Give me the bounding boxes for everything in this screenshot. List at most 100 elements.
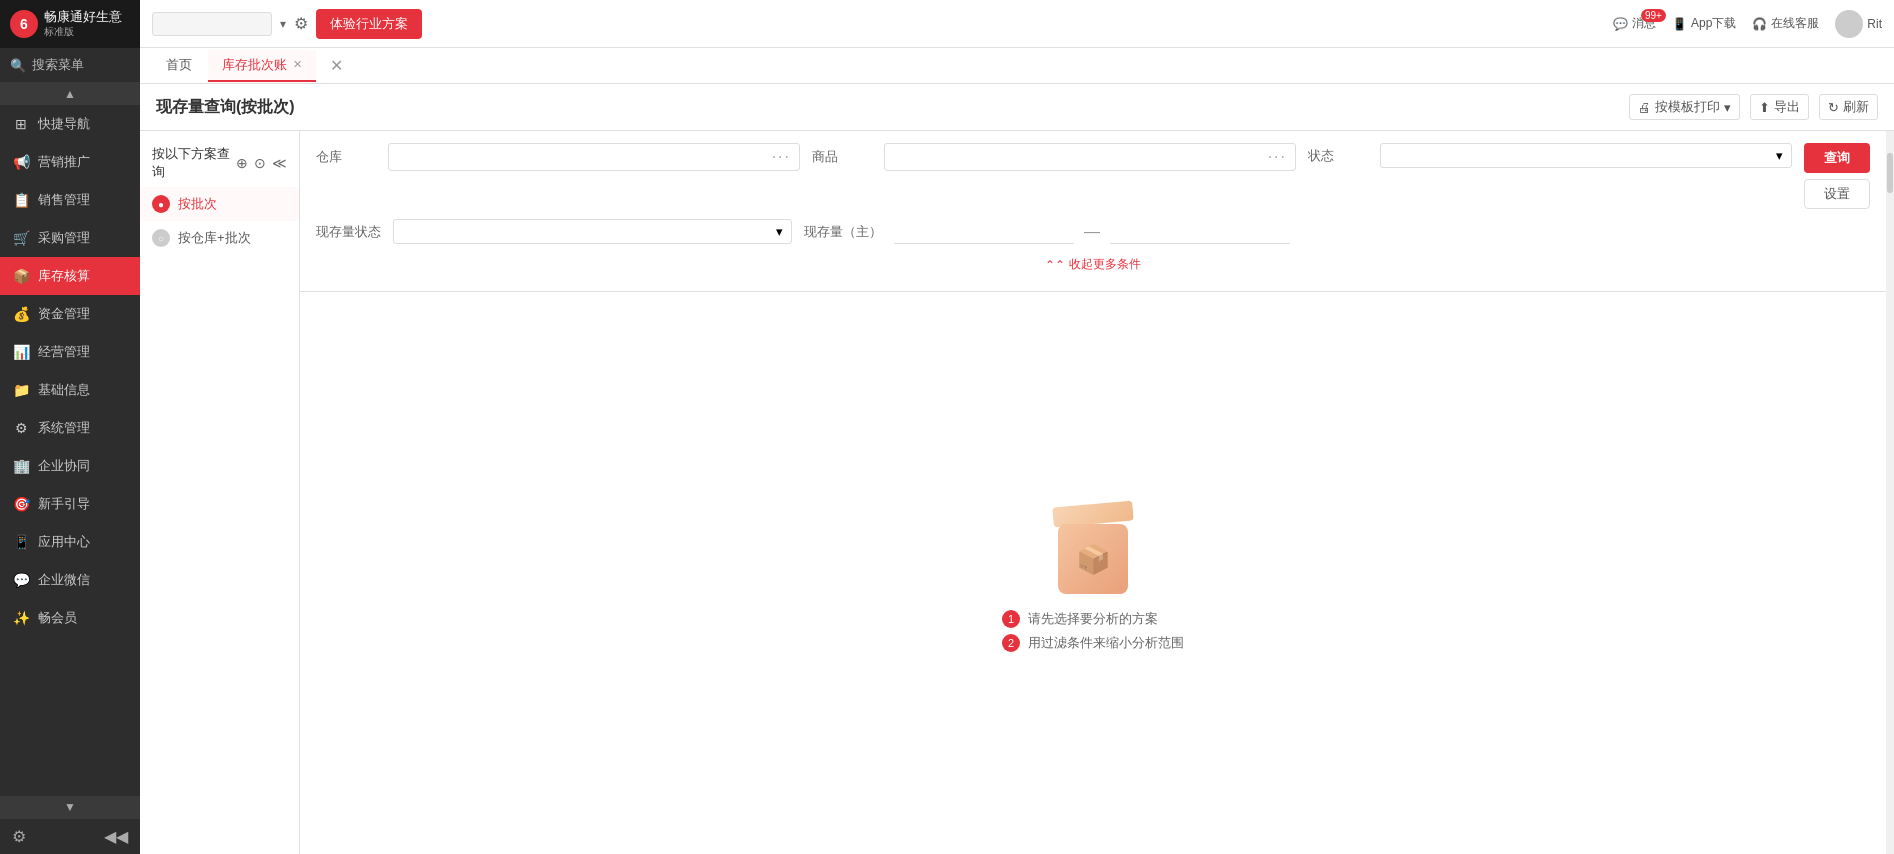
right-scrollbar[interactable]: [1886, 131, 1894, 854]
tab-home-label: 首页: [166, 56, 192, 74]
online-service-button[interactable]: 🎧 在线客服: [1752, 15, 1819, 32]
print-dropdown-icon[interactable]: ▾: [1724, 100, 1731, 115]
trial-button[interactable]: 体验行业方案: [316, 9, 422, 39]
sidebar-item-label-system: 系统管理: [38, 419, 90, 437]
enterprise-icon: 🏢: [12, 457, 30, 475]
filter-settings-icon[interactable]: ⊙: [254, 155, 266, 171]
sidebar-item-label-newbie: 新手引导: [38, 495, 90, 513]
sidebar-item-membership[interactable]: ✨畅会员: [0, 599, 140, 637]
sidebar-item-marketing[interactable]: 📢 营销推广: [0, 143, 140, 181]
sidebar-search[interactable]: 🔍 搜索菜单: [0, 48, 140, 83]
sidebar-item-label-finance: 资金管理: [38, 305, 90, 323]
product-dots[interactable]: ···: [1268, 148, 1287, 166]
breadcrumb-input[interactable]: [152, 12, 272, 36]
filter-by-batch-label: 按批次: [178, 195, 217, 213]
status-field: 状态 ▾: [1308, 143, 1792, 168]
current-stock-max-input[interactable]: [1110, 220, 1290, 244]
sidebar-item-newbie[interactable]: 🎯 新手引导: [0, 485, 140, 523]
sidebar-item-operations[interactable]: 📊经营管理: [0, 333, 140, 371]
warehouse-input[interactable]: ···: [388, 143, 800, 171]
settings-button[interactable]: 设置: [1804, 179, 1870, 209]
sidebar-scroll-up[interactable]: ▲: [0, 83, 140, 105]
sidebar-scroll-down[interactable]: ▼: [0, 796, 140, 818]
current-stock-min-input[interactable]: [894, 220, 1074, 244]
app-download-button[interactable]: 📱 App下载: [1672, 15, 1736, 32]
search-icon: 🔍: [10, 58, 26, 73]
tab-home[interactable]: 首页: [152, 50, 206, 82]
empty-state: 📦 1 请先选择要分析的方案 2 用过滤条件来缩小分析范围: [300, 292, 1886, 854]
tab-close-icon[interactable]: ✕: [293, 58, 302, 71]
sidebar-item-purchase[interactable]: 🛒采购管理: [0, 219, 140, 257]
sidebar-subtitle: 标准版: [44, 25, 122, 39]
user-avatar[interactable]: Rit: [1835, 10, 1882, 38]
app-icon: 📱: [1672, 17, 1687, 31]
tab-bar-close-icon[interactable]: ✕: [330, 56, 343, 75]
tab-bar: 首页 库存批次账 ✕ ✕: [140, 48, 1894, 84]
warehouse-label: 仓库: [316, 148, 376, 166]
newbie-icon: 🎯: [12, 495, 30, 513]
online-service-label: 在线客服: [1771, 15, 1819, 32]
settings-icon[interactable]: ⚙: [12, 827, 26, 846]
refresh-label: 刷新: [1843, 98, 1869, 116]
status-label: 状态: [1308, 147, 1368, 165]
messages-badge: 99+: [1641, 9, 1666, 22]
topbar-gear-icon[interactable]: ⚙: [294, 14, 308, 33]
tab-inventory-batch[interactable]: 库存批次账 ✕: [208, 50, 316, 82]
message-icon: 💬: [1613, 17, 1628, 31]
marketing-icon: 📢: [12, 153, 30, 171]
sidebar-item-appstore[interactable]: 📱应用中心: [0, 523, 140, 561]
main-area: ▾ ⚙ 体验行业方案 💬 消息 99+ 📱 App下载 🎧 在线客服 Rit: [140, 0, 1894, 854]
sidebar-item-label-appstore: 应用中心: [38, 533, 90, 551]
sidebar-item-sales[interactable]: 📋销售管理: [0, 181, 140, 219]
empty-tip-2: 2 用过滤条件来缩小分析范围: [1002, 634, 1184, 652]
current-stock-field: 现存量（主） —: [804, 220, 1290, 244]
content-area: 按以下方案查询 ⊕ ⊙ ≪ ● 按批次 ○ 按仓库+批次: [140, 131, 1894, 854]
sidebar-item-label-inventory: 库存核算: [38, 267, 90, 285]
page-title: 现存量查询(按批次): [156, 97, 295, 118]
sidebar-item-basics[interactable]: 📁基础信息: [0, 371, 140, 409]
inventory-status-select[interactable]: ▾: [393, 219, 792, 244]
sidebar-title: 畅康通好生意: [44, 9, 122, 26]
collapse-sidebar-icon[interactable]: ◀◀: [104, 827, 128, 846]
collapse-filter-icon[interactable]: ≪: [272, 155, 287, 171]
query-form: 仓库 ··· 商品 ···: [300, 131, 1886, 292]
sidebar-item-enterprise[interactable]: 🏢企业协同: [0, 447, 140, 485]
filter-item-by-batch[interactable]: ● 按批次: [140, 187, 299, 221]
sidebar-item-wechat[interactable]: 💬企业微信: [0, 561, 140, 599]
product-input[interactable]: ···: [884, 143, 1296, 171]
sidebar-item-label-marketing: 营销推广: [38, 153, 90, 171]
export-button[interactable]: ⬆ 导出: [1750, 94, 1809, 120]
sidebar-logo-icon: 6: [10, 10, 38, 38]
sidebar-item-finance[interactable]: 💰资金管理: [0, 295, 140, 333]
filter-panel-header: 按以下方案查询 ⊕ ⊙ ≪: [140, 139, 299, 187]
sidebar-item-inventory[interactable]: 📦 库存核算: [0, 257, 140, 295]
empty-tip-1: 1 请先选择要分析的方案: [1002, 610, 1184, 628]
page-actions: 🖨 按模板打印 ▾ ⬆ 导出 ↻ 刷新: [1629, 94, 1878, 120]
collapse-conditions-btn[interactable]: ⌃⌃ 收起更多条件: [316, 250, 1870, 279]
filter-by-warehouse-batch-label: 按仓库+批次: [178, 229, 251, 247]
inventory-icon: 📦: [12, 267, 30, 285]
tip-2-number: 2: [1002, 634, 1020, 652]
sidebar-item-label-operations: 经营管理: [38, 343, 90, 361]
print-button[interactable]: 🖨 按模板打印 ▾: [1629, 94, 1740, 120]
sidebar-item-quick-nav[interactable]: ⊞快捷导航: [0, 105, 140, 143]
product-field: 商品 ···: [812, 143, 1296, 171]
filter-panel-title: 按以下方案查询: [152, 145, 236, 181]
membership-icon: ✨: [12, 609, 30, 627]
top-bar-right: 💬 消息 99+ 📱 App下载 🎧 在线客服 Rit: [1613, 10, 1882, 38]
query-button[interactable]: 查询: [1804, 143, 1870, 173]
system-icon: ⚙: [12, 419, 30, 437]
refresh-button[interactable]: ↻ 刷新: [1819, 94, 1878, 120]
dropdown-icon[interactable]: ▾: [280, 17, 286, 31]
avatar-image: [1835, 10, 1863, 38]
add-filter-icon[interactable]: ⊕: [236, 155, 248, 171]
sidebar-bottom: ⚙ ◀◀: [0, 818, 140, 854]
top-bar-left: ▾ ⚙ 体验行业方案: [152, 9, 1605, 39]
messages-button[interactable]: 💬 消息 99+: [1613, 15, 1656, 32]
warehouse-dots[interactable]: ···: [772, 148, 791, 166]
purchase-icon: 🛒: [12, 229, 30, 247]
status-select[interactable]: ▾: [1380, 143, 1792, 168]
filter-item-by-warehouse-batch[interactable]: ○ 按仓库+批次: [140, 221, 299, 255]
sidebar-item-system[interactable]: ⚙ 系统管理: [0, 409, 140, 447]
form-buttons: 查询 设置: [1804, 143, 1870, 209]
